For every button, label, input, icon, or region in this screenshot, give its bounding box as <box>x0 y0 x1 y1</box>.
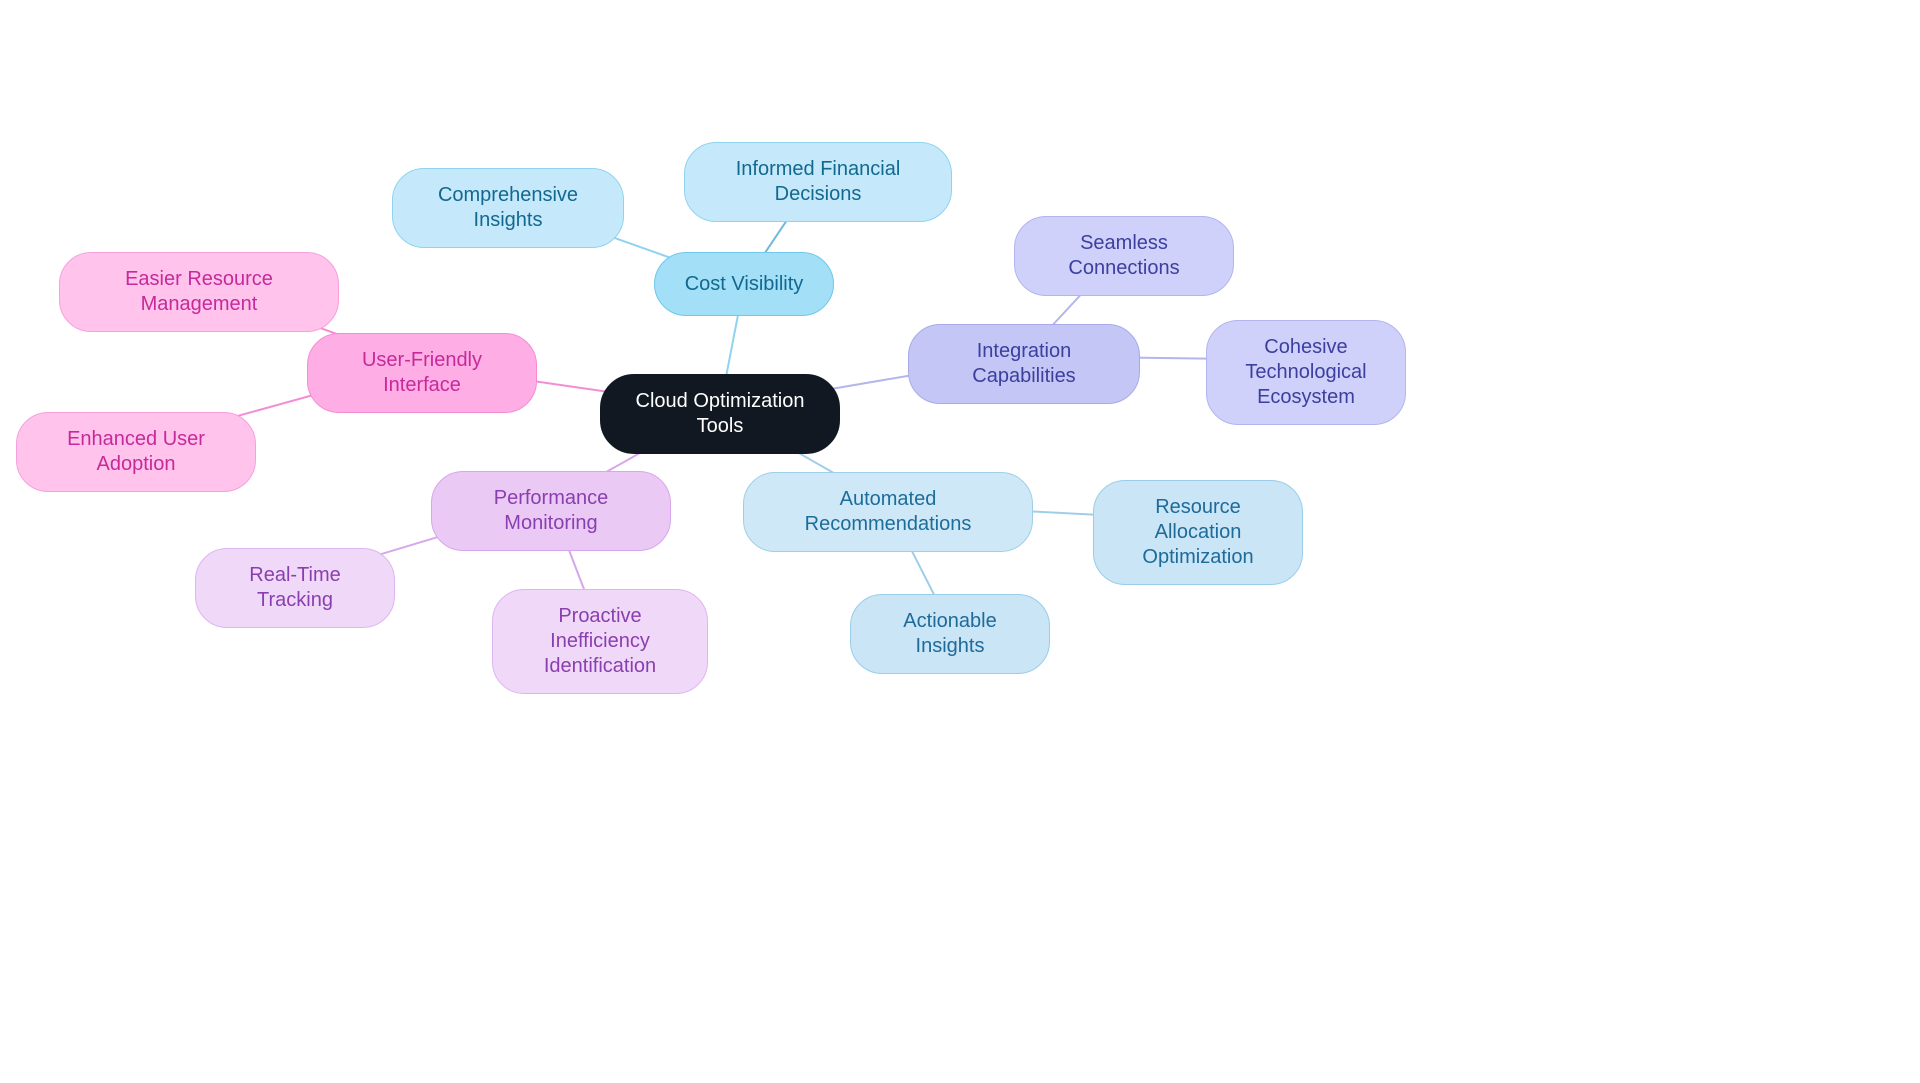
node-seamless-connections[interactable]: Seamless Connections <box>1014 216 1234 296</box>
node-center[interactable]: Cloud Optimization Tools <box>600 374 840 454</box>
node-cohesive-tech-ecosystem[interactable]: Cohesive Technological Ecosystem <box>1206 320 1406 425</box>
node-user-friendly-interface[interactable]: User-Friendly Interface <box>307 333 537 413</box>
node-informed-financial-decisions[interactable]: Informed Financial Decisions <box>684 142 952 222</box>
node-enhanced-user-adoption[interactable]: Enhanced User Adoption <box>16 412 256 492</box>
node-cost-visibility[interactable]: Cost Visibility <box>654 252 834 316</box>
node-real-time-tracking[interactable]: Real-Time Tracking <box>195 548 395 628</box>
node-resource-allocation-optimization[interactable]: Resource Allocation Optimization <box>1093 480 1303 585</box>
node-proactive-inefficiency[interactable]: Proactive Inefficiency Identification <box>492 589 708 694</box>
node-automated-recommendations[interactable]: Automated Recommendations <box>743 472 1033 552</box>
node-comprehensive-insights[interactable]: Comprehensive Insights <box>392 168 624 248</box>
node-easier-resource-management[interactable]: Easier Resource Management <box>59 252 339 332</box>
node-integration-capabilities[interactable]: Integration Capabilities <box>908 324 1140 404</box>
node-actionable-insights[interactable]: Actionable Insights <box>850 594 1050 674</box>
node-performance-monitoring[interactable]: Performance Monitoring <box>431 471 671 551</box>
mindmap-canvas: Cloud Optimization Tools Cost Visibility… <box>0 0 1920 1083</box>
